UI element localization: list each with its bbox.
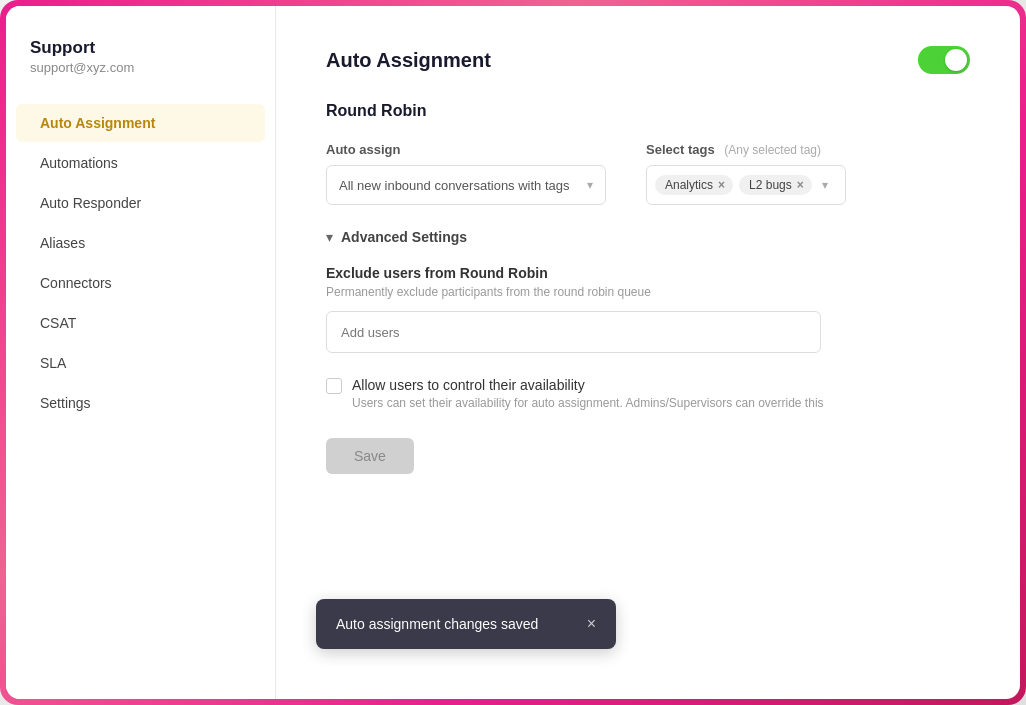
tag-analytics: Analytics × — [655, 175, 733, 195]
add-users-input[interactable] — [326, 311, 821, 353]
auto-assign-group: Auto assign All new inbound conversation… — [326, 142, 606, 205]
sidebar-item-automations[interactable]: Automations — [16, 144, 265, 182]
select-tags-label: Select tags (Any selected tag) — [646, 142, 846, 157]
workspace-email: support@xyz.com — [30, 60, 251, 75]
sidebar: Support support@xyz.com Auto Assignment … — [6, 6, 276, 699]
checkbox-label: Allow users to control their availabilit… — [352, 377, 824, 393]
sidebar-item-connectors[interactable]: Connectors — [16, 264, 265, 302]
workspace-title: Support — [30, 38, 251, 58]
tags-field[interactable]: Analytics × L2 bugs × ▾ — [646, 165, 846, 205]
sidebar-header: Support support@xyz.com — [6, 38, 275, 103]
checkbox-label-group: Allow users to control their availabilit… — [352, 377, 824, 410]
auto-assignment-toggle[interactable] — [918, 46, 970, 74]
toast-notification: Auto assignment changes saved × — [316, 599, 616, 649]
select-tags-group: Select tags (Any selected tag) Analytics… — [646, 142, 846, 205]
form-row: Auto assign All new inbound conversation… — [326, 142, 970, 205]
advanced-settings-header[interactable]: ▾ Advanced Settings — [326, 229, 970, 245]
sidebar-item-auto-assignment[interactable]: Auto Assignment — [16, 104, 265, 142]
page-title: Auto Assignment — [326, 49, 491, 72]
auto-assign-value: All new inbound conversations with tags — [339, 178, 570, 193]
exclude-title: Exclude users from Round Robin — [326, 265, 970, 281]
auto-assign-select[interactable]: All new inbound conversations with tags … — [326, 165, 606, 205]
select-tags-hint: (Any selected tag) — [724, 143, 821, 157]
availability-checkbox-row: Allow users to control their availabilit… — [326, 377, 970, 410]
tag-l2bugs-close[interactable]: × — [797, 178, 804, 192]
page-header: Auto Assignment — [326, 46, 970, 74]
availability-checkbox[interactable] — [326, 378, 342, 394]
tags-dropdown-arrow-icon[interactable]: ▾ — [822, 178, 828, 192]
outer-border: Support support@xyz.com Auto Assignment … — [0, 0, 1026, 705]
advanced-collapse-icon: ▾ — [326, 229, 333, 245]
exclude-subtitle: Permanently exclude participants from th… — [326, 285, 970, 299]
sidebar-item-aliases[interactable]: Aliases — [16, 224, 265, 262]
toggle-knob — [945, 49, 967, 71]
sidebar-item-settings[interactable]: Settings — [16, 384, 265, 422]
save-button[interactable]: Save — [326, 438, 414, 474]
tag-l2bugs: L2 bugs × — [739, 175, 812, 195]
sidebar-item-csat[interactable]: CSAT — [16, 304, 265, 342]
tag-analytics-close[interactable]: × — [718, 178, 725, 192]
section-title: Round Robin — [326, 102, 970, 120]
exclude-section: Exclude users from Round Robin Permanent… — [326, 265, 970, 353]
toast-message: Auto assignment changes saved — [336, 616, 538, 632]
select-arrow-icon: ▾ — [587, 178, 593, 192]
app-window: Support support@xyz.com Auto Assignment … — [6, 6, 1020, 699]
checkbox-hint: Users can set their availability for aut… — [352, 396, 824, 410]
main-content: Auto Assignment Round Robin Auto assign … — [276, 6, 1020, 699]
auto-assign-label: Auto assign — [326, 142, 606, 157]
toast-close-button[interactable]: × — [587, 615, 596, 633]
sidebar-nav: Auto Assignment Automations Auto Respond… — [6, 103, 275, 423]
sidebar-item-sla[interactable]: SLA — [16, 344, 265, 382]
sidebar-item-auto-responder[interactable]: Auto Responder — [16, 184, 265, 222]
advanced-settings-title: Advanced Settings — [341, 229, 467, 245]
